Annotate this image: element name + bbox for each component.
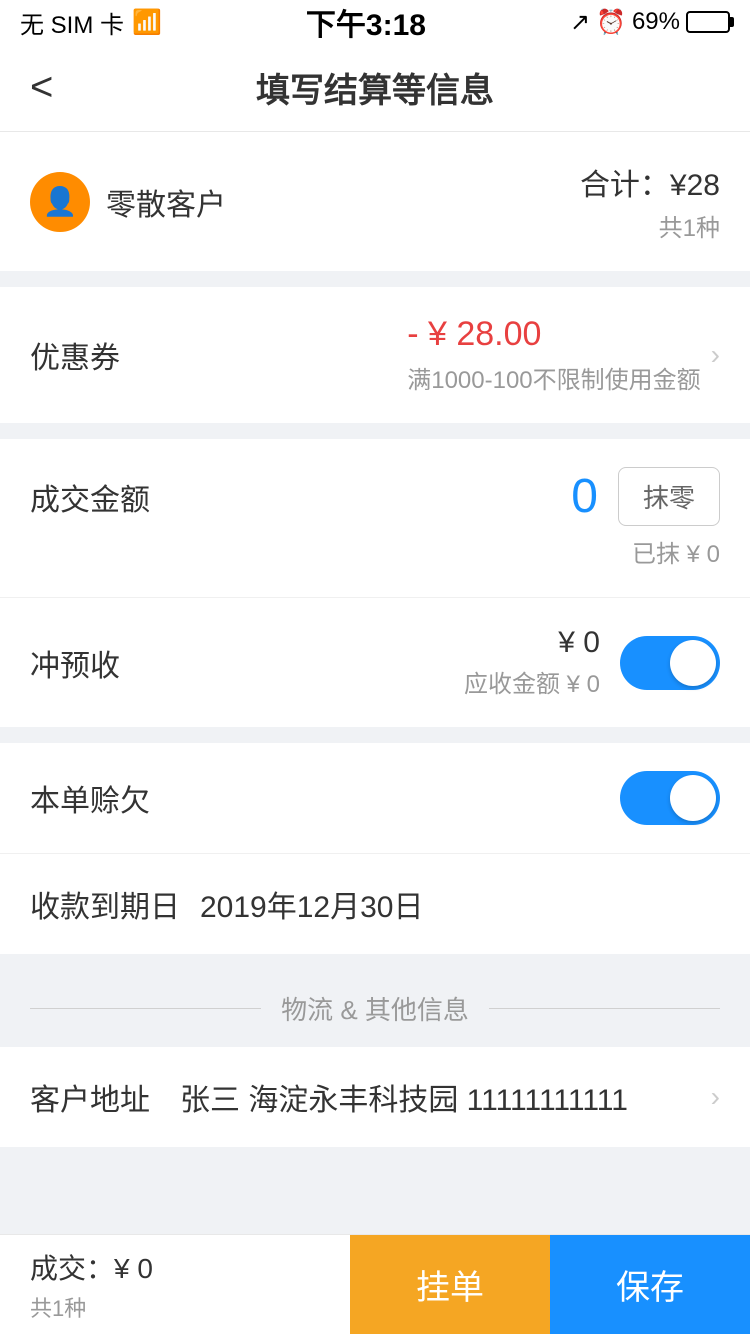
status-bar: 无 SIM 卡 📶 下午3:18 ↗ ⏰ 69% (0, 0, 750, 44)
amount-value: 0 (571, 469, 598, 524)
avatar-icon: 👤 (43, 185, 78, 218)
amount-row: 成交金额 0 抹零 (30, 467, 720, 526)
due-date-label: 收款到期日 (30, 882, 180, 926)
bottom-deal-label: 成交： (30, 1253, 114, 1284)
bottom-info: 成交：¥ 0 共1种 (0, 1235, 350, 1334)
back-button[interactable]: < (30, 65, 53, 110)
amount-label: 成交金额 (30, 475, 150, 519)
save-button[interactable]: 保存 (550, 1235, 750, 1334)
hold-button[interactable]: 挂单 (350, 1235, 550, 1334)
coupon-section[interactable]: 优惠券 - ¥ 28.00 满1000-100不限制使用金额 › (0, 287, 750, 423)
status-right: ↗ ⏰ 69% (570, 8, 730, 37)
battery-percent: 69% (632, 8, 680, 36)
battery-icon (686, 11, 730, 33)
address-card[interactable]: 客户地址 张三 海淀永丰科技园 11111111111 › (0, 1047, 750, 1147)
wifi-icon: 📶 (132, 8, 162, 37)
address-label: 客户地址 (30, 1075, 150, 1119)
amount-sub: 已抹 ¥ 0 (30, 534, 720, 569)
location-icon: ↗ (570, 8, 590, 37)
carrier-text: 无 SIM 卡 (20, 5, 124, 40)
status-time: 下午3:18 (306, 0, 426, 44)
prereceive-section: 冲预收 ¥ 0 应收金额 ¥ 0 (0, 597, 750, 727)
nav-bar: < 填写结算等信息 (0, 44, 750, 132)
coupon-sub: 满1000-100不限制使用金额 (407, 360, 700, 395)
customer-right: 合计：¥28 共1种 (580, 160, 720, 243)
content: 👤 零散客户 合计：¥28 共1种 优惠券 - ¥ 28.00 满1000-10… (0, 132, 750, 1279)
address-section[interactable]: 客户地址 张三 海淀永丰科技园 11111111111 › (0, 1047, 750, 1147)
prereceive-sub: 应收金额 ¥ 0 (464, 664, 600, 699)
prereceive-value: ¥ 0 (464, 626, 600, 660)
due-date-value[interactable]: 2019年12月30日 (200, 882, 423, 926)
chevron-right-icon: › (711, 339, 720, 371)
address-chevron-icon: › (711, 1081, 720, 1113)
prereceive-label: 冲预收 (30, 641, 120, 685)
toggle-knob (670, 640, 716, 686)
customer-total: 合计：¥28 (580, 160, 720, 204)
prereceive-toggle[interactable] (620, 636, 720, 690)
bottom-deal-value: ¥ 0 (114, 1253, 153, 1284)
customer-row: 👤 零散客户 合计：¥28 共1种 (0, 132, 750, 271)
customer-count: 共1种 (580, 208, 720, 243)
debt-label: 本单赊欠 (30, 776, 150, 820)
due-date-row: 收款到期日 2019年12月30日 (30, 882, 720, 926)
debt-section: 本单赊欠 (0, 743, 750, 853)
customer-name: 零散客户 (106, 180, 226, 224)
logistics-divider-text: 物流 & 其他信息 (281, 990, 469, 1027)
bottom-count: 共1种 (30, 1291, 320, 1323)
logistics-divider: 物流 & 其他信息 (0, 970, 750, 1047)
prereceive-row: 冲预收 ¥ 0 应收金额 ¥ 0 (30, 626, 720, 699)
divider-line-left (30, 1008, 261, 1009)
coupon-top: 优惠券 - ¥ 28.00 满1000-100不限制使用金额 › (30, 315, 720, 395)
page-title: 填写结算等信息 (256, 63, 494, 112)
debt-card: 本单赊欠 收款到期日 2019年12月30日 (0, 743, 750, 954)
transaction-card: 成交金额 0 抹零 已抹 ¥ 0 冲预收 ¥ 0 应收金额 ¥ 0 (0, 439, 750, 727)
coupon-value: - ¥ 28.00 (407, 315, 700, 354)
customer-left: 👤 零散客户 (30, 172, 226, 232)
prereceive-values: ¥ 0 应收金额 ¥ 0 (464, 626, 600, 699)
divider-line-right (489, 1008, 720, 1009)
amount-right: 0 抹零 (571, 467, 720, 526)
alarm-icon: ⏰ (596, 8, 626, 37)
round-zero-button[interactable]: 抹零 (618, 467, 720, 526)
avatar: 👤 (30, 172, 90, 232)
debt-toggle-knob (670, 775, 716, 821)
due-date-section: 收款到期日 2019年12月30日 (0, 853, 750, 954)
address-value: 张三 海淀永丰科技园 11111111111 (180, 1075, 711, 1119)
bottom-deal: 成交：¥ 0 (30, 1247, 320, 1287)
coupon-label: 优惠券 (30, 333, 120, 377)
bottom-bar: 成交：¥ 0 共1种 挂单 保存 (0, 1234, 750, 1334)
debt-toggle[interactable] (620, 771, 720, 825)
status-left: 无 SIM 卡 📶 (20, 5, 162, 40)
prereceive-right: ¥ 0 应收金额 ¥ 0 (464, 626, 720, 699)
customer-card: 👤 零散客户 合计：¥28 共1种 (0, 132, 750, 271)
coupon-card: 优惠券 - ¥ 28.00 满1000-100不限制使用金额 › (0, 287, 750, 423)
amount-section: 成交金额 0 抹零 已抹 ¥ 0 (0, 439, 750, 597)
